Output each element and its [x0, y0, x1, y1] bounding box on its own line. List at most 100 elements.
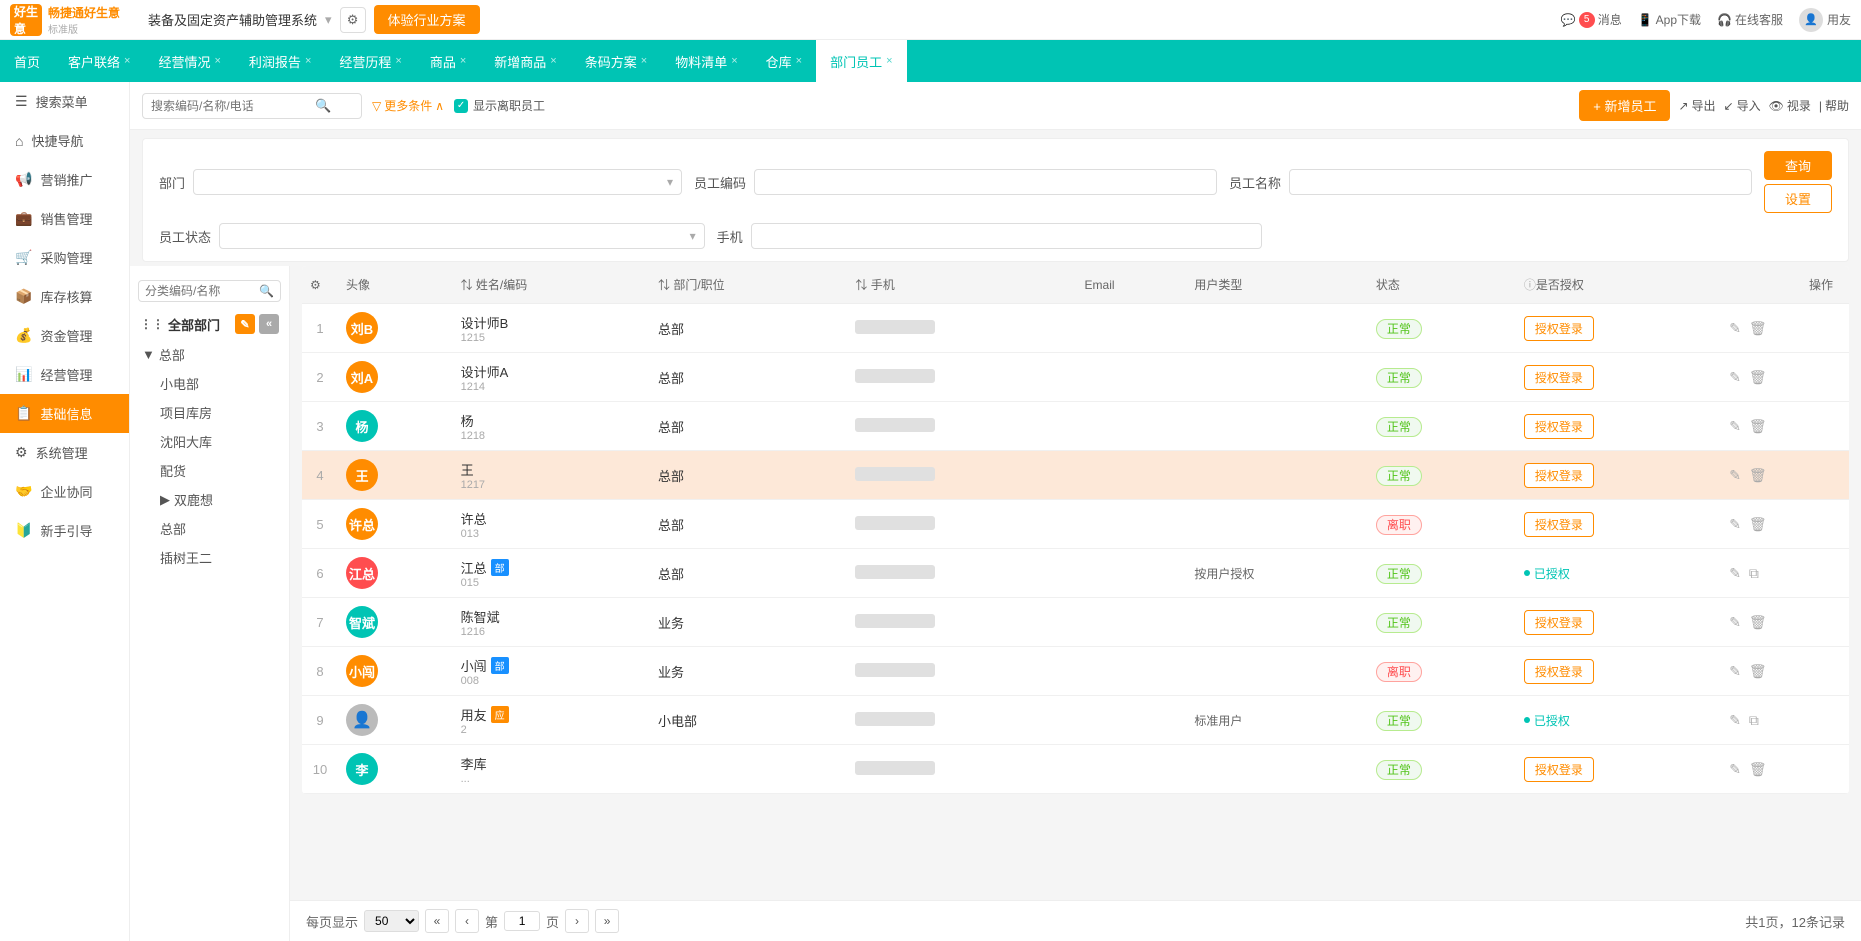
edit-icon[interactable]: ✎	[1729, 614, 1741, 631]
search-input-wrap[interactable]: 🔍	[142, 93, 362, 119]
query-button[interactable]: 查询	[1764, 151, 1832, 180]
dept-edit-icon[interactable]: ✎	[235, 314, 255, 334]
delete-icon[interactable]: 🗑	[1749, 761, 1767, 778]
phone-input[interactable]	[751, 223, 1263, 249]
dept-tree-item-project-warehouse[interactable]: 项目库房	[130, 398, 289, 427]
dept-tree-item-headquarters[interactable]: 总部	[130, 514, 289, 543]
edit-icon[interactable]: ✎	[1729, 761, 1741, 778]
dept-select[interactable]: ▾	[193, 169, 682, 195]
page-input[interactable]	[504, 911, 540, 931]
edit-icon[interactable]: ✎	[1729, 320, 1741, 337]
auth-login-button[interactable]: 授权登录	[1524, 757, 1594, 782]
delete-icon[interactable]: 🗑	[1749, 418, 1767, 435]
export-button[interactable]: ↗ 导出	[1678, 97, 1715, 114]
sidebar-item-purchase[interactable]: 🛒 采购管理	[0, 238, 129, 277]
page-size-select[interactable]: 50 100	[364, 910, 419, 932]
sidebar-item-finance[interactable]: 💰 资金管理	[0, 316, 129, 355]
delete-icon[interactable]: 🗑	[1749, 320, 1767, 337]
add-employee-button[interactable]: + 新增员工	[1579, 90, 1670, 121]
help-button[interactable]: | 帮助	[1819, 97, 1849, 114]
nav-tab-customer[interactable]: 客户联络 ×	[54, 40, 144, 82]
dept-tree-item-chashuwang[interactable]: 插树王二	[130, 543, 289, 572]
experience-btn[interactable]: 体验行业方案	[374, 5, 480, 34]
auth-login-button[interactable]: 授权登录	[1524, 659, 1594, 684]
settings-icon[interactable]: ⚙	[310, 278, 321, 292]
copy-icon[interactable]: ⧉	[1749, 565, 1759, 582]
close-icon[interactable]: ×	[886, 55, 892, 67]
nav-tab-profit[interactable]: 利润报告 ×	[235, 40, 325, 82]
sort-icon[interactable]: ⇅	[461, 278, 473, 292]
emp-code-input[interactable]	[754, 169, 1217, 195]
nav-tab-warehouse[interactable]: 仓库 ×	[752, 40, 816, 82]
dept-tree-item-shuanglu[interactable]: ▶ 双鹿想	[130, 485, 289, 514]
close-icon[interactable]: ×	[214, 55, 220, 67]
nav-tab-journey[interactable]: 经营历程 ×	[325, 40, 415, 82]
view-button[interactable]: 👁 视录	[1769, 97, 1811, 114]
nav-tab-add-goods[interactable]: 新增商品 ×	[480, 40, 570, 82]
import-button[interactable]: ↙ 导入	[1724, 97, 1761, 114]
edit-icon[interactable]: ✎	[1729, 712, 1741, 729]
next-page-btn[interactable]: ›	[565, 909, 589, 933]
reset-button[interactable]: 设置	[1764, 184, 1832, 213]
sidebar-item-guide[interactable]: 🔰 新手引导	[0, 511, 129, 550]
sidebar-item-system[interactable]: ⚙ 系统管理	[0, 433, 129, 472]
close-icon[interactable]: ×	[395, 55, 401, 67]
close-icon[interactable]: ×	[550, 55, 556, 67]
edit-icon[interactable]: ✎	[1729, 467, 1741, 484]
close-icon[interactable]: ×	[641, 55, 647, 67]
edit-icon[interactable]: ✎	[1729, 663, 1741, 680]
user-avatar[interactable]: 👤 用友	[1799, 8, 1851, 32]
nav-tab-bom[interactable]: 物料清单 ×	[661, 40, 751, 82]
delete-icon[interactable]: 🗑	[1749, 663, 1767, 680]
auth-login-button[interactable]: 授权登录	[1524, 316, 1594, 341]
edit-icon[interactable]: ✎	[1729, 369, 1741, 386]
close-icon[interactable]: ×	[460, 55, 466, 67]
sidebar-item-operation-mgmt[interactable]: 📊 经营管理	[0, 355, 129, 394]
dept-tree-item-general[interactable]: ▼ 总部	[130, 340, 289, 369]
prev-page-btn[interactable]: ‹	[455, 909, 479, 933]
auth-login-button[interactable]: 授权登录	[1524, 512, 1594, 537]
sidebar-item-marketing[interactable]: 📢 营销推广	[0, 160, 129, 199]
app-download-btn[interactable]: 📱 App下载	[1638, 11, 1701, 28]
message-btn[interactable]: 💬 5 消息	[1561, 11, 1622, 28]
copy-icon[interactable]: ⧉	[1749, 712, 1759, 729]
auth-login-button[interactable]: 授权登录	[1524, 414, 1594, 439]
sidebar-item-sales[interactable]: 💼 销售管理	[0, 199, 129, 238]
auth-login-button[interactable]: 授权登录	[1524, 610, 1594, 635]
nav-tab-barcode[interactable]: 条码方案 ×	[571, 40, 661, 82]
close-icon[interactable]: ×	[796, 55, 802, 67]
online-service-btn[interactable]: 🎧 在线客服	[1717, 11, 1783, 28]
auth-login-button[interactable]: 授权登录	[1524, 463, 1594, 488]
search-input[interactable]	[151, 99, 311, 113]
auth-login-button[interactable]: 授权登录	[1524, 365, 1594, 390]
edit-icon[interactable]: ✎	[1729, 418, 1741, 435]
close-icon[interactable]: ×	[305, 55, 311, 67]
delete-icon[interactable]: 🗑	[1749, 369, 1767, 386]
edit-icon[interactable]: ✎	[1729, 516, 1741, 533]
emp-name-input[interactable]	[1289, 169, 1752, 195]
nav-tab-goods[interactable]: 商品 ×	[416, 40, 480, 82]
edit-icon[interactable]: ✎	[1729, 565, 1741, 582]
dept-collapse-icon[interactable]: «	[259, 314, 279, 334]
close-icon[interactable]: ×	[731, 55, 737, 67]
sort-icon[interactable]: ⇅	[658, 278, 670, 292]
sort-icon[interactable]: ⇅	[855, 278, 867, 292]
show-resigned-toggle[interactable]: ✓ 显示离职员工	[454, 97, 545, 114]
dept-tree-item-distribution[interactable]: 配货	[130, 456, 289, 485]
dept-search-input[interactable]	[145, 284, 255, 298]
nav-tab-operation[interactable]: 经营情况 ×	[144, 40, 234, 82]
emp-status-select[interactable]: ▾	[219, 223, 705, 249]
dept-search[interactable]: 🔍	[138, 280, 281, 302]
nav-tab-home[interactable]: 首页	[0, 40, 54, 82]
close-icon[interactable]: ×	[124, 55, 130, 67]
delete-icon[interactable]: 🗑	[1749, 614, 1767, 631]
more-filter-btn[interactable]: ▽ 更多条件 ∧	[372, 97, 444, 114]
delete-icon[interactable]: 🗑	[1749, 516, 1767, 533]
sidebar-item-shortcut[interactable]: ⌂ 快捷导航	[0, 121, 129, 160]
sidebar-item-inventory[interactable]: 📦 库存核算	[0, 277, 129, 316]
last-page-btn[interactable]: »	[595, 909, 619, 933]
system-dropdown-icon[interactable]: ▾	[325, 12, 332, 28]
delete-icon[interactable]: 🗑	[1749, 467, 1767, 484]
sidebar-item-basic[interactable]: 📋 基础信息	[0, 394, 129, 433]
sidebar-item-search[interactable]: ☰ 搜索菜单	[0, 82, 129, 121]
